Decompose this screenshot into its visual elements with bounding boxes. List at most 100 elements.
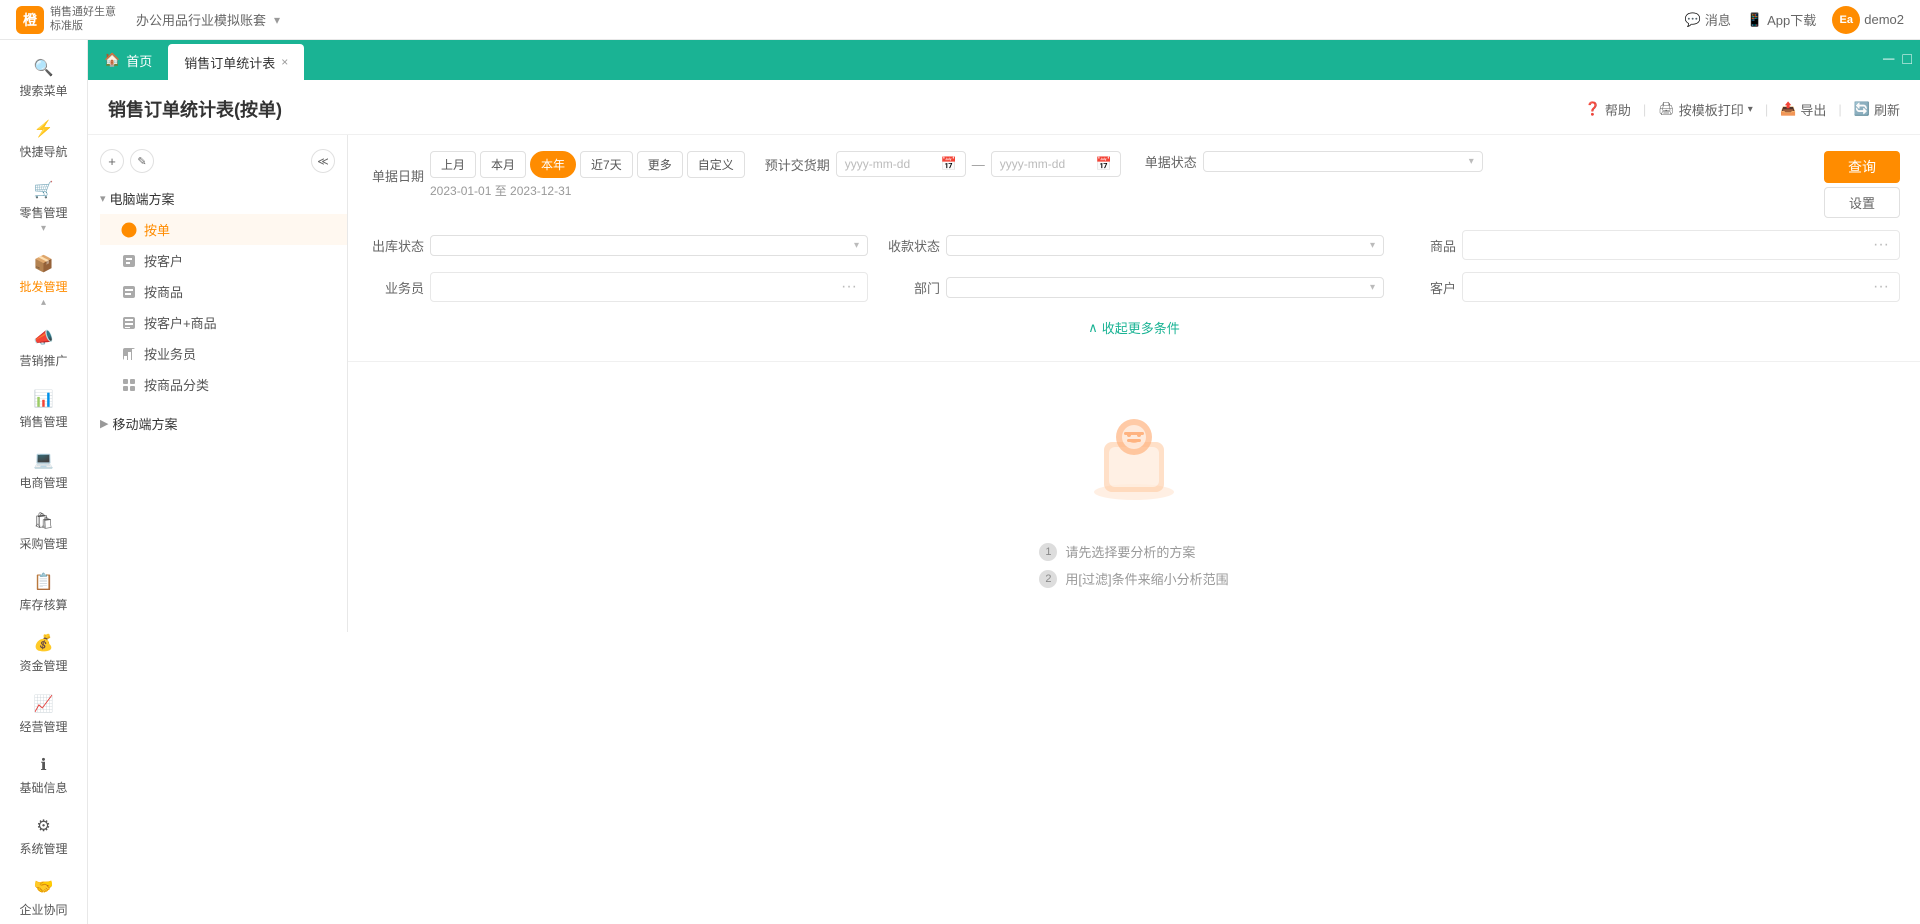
department-select[interactable]: ▾ <box>946 277 1384 298</box>
wholesale-icon: 📦 <box>34 254 54 274</box>
date-btn-7days[interactable]: 近7天 <box>580 151 633 178</box>
sidebar-item-retail[interactable]: 🛒 零售管理 ▾ <box>0 170 87 244</box>
sidebar-item-wholesale[interactable]: 📦 批发管理 ▴ <box>0 244 87 318</box>
export-btn[interactable]: 📤 导出 <box>1780 100 1826 119</box>
user-menu[interactable]: Ea demo2 <box>1832 6 1904 34</box>
tree-item-by-customer-product[interactable]: 按客户+商品 <box>100 307 347 338</box>
tab-maximize-btn[interactable]: □ <box>1902 51 1912 69</box>
receipt-status-select[interactable]: ▾ <box>946 235 1384 256</box>
retail-icon: 🛒 <box>34 180 54 200</box>
top-title: 办公用品行业模拟账套 <box>136 10 266 29</box>
salesperson-input[interactable]: ··· <box>430 272 868 302</box>
left-panel-toolbar: + ✎ ≪ <box>88 143 347 179</box>
customer-label: 客户 <box>1400 278 1456 297</box>
product-input[interactable]: ··· <box>1462 230 1900 260</box>
salesperson-group: 业务员 ··· <box>368 272 868 302</box>
edit-scheme-btn[interactable]: ✎ <box>130 149 154 173</box>
delivery-status-group: 出库状态 ▾ <box>368 235 868 256</box>
product-dots-btn[interactable]: ··· <box>1873 236 1889 254</box>
refresh-icon: 🔄 <box>1854 101 1870 117</box>
salesperson-dots-btn[interactable]: ··· <box>841 278 857 296</box>
salesperson-label: 业务员 <box>368 278 424 297</box>
tree-item-by-salesperson[interactable]: 按业务员 <box>100 338 347 369</box>
tip-num-1: 1 <box>1039 543 1057 561</box>
tip-num-2: 2 <box>1039 570 1057 588</box>
by-salesperson-icon <box>120 345 138 363</box>
status-select[interactable]: ▾ <box>1203 151 1483 172</box>
search-icon: 🔍 <box>34 58 54 78</box>
delivery-status-select[interactable]: ▾ <box>430 235 868 256</box>
collapse-btn[interactable]: ∧ 收起更多条件 <box>368 310 1900 345</box>
add-icon: + <box>108 154 116 169</box>
empty-state-area: 1 请先选择要分析的方案 2 用[过滤]条件来缩小分析范围 <box>348 362 1920 632</box>
date-filter-group: 单据日期 上月 本月 本年 近7天 更多 自定义 <box>368 151 745 199</box>
marketing-icon: 📣 <box>34 328 54 348</box>
sidebar-item-inventory[interactable]: 📋 库存核算 <box>0 562 87 623</box>
expected-date-group: 预计交货期 yyyy-mm-dd 📅 — yyyy-mm-dd 📅 <box>765 151 1121 177</box>
print-icon: 🖨 <box>1658 101 1675 117</box>
sidebar-item-ecommerce[interactable]: 💻 电商管理 <box>0 440 87 501</box>
date-btn-thisyear[interactable]: 本年 <box>530 151 576 178</box>
tip-item-2: 2 用[过滤]条件来缩小分析范围 <box>1039 565 1228 592</box>
ecommerce-icon: 💻 <box>34 450 54 470</box>
by-customer-icon <box>120 252 138 270</box>
mobile-section-header[interactable]: ▶ 移动端方案 <box>88 408 347 439</box>
desktop-arrow: ▾ <box>100 192 106 205</box>
sidebar-item-operations[interactable]: 📈 经营管理 <box>0 684 87 745</box>
system-icon: ⚙ <box>36 816 50 836</box>
date-btn-more[interactable]: 更多 <box>637 151 683 178</box>
sidebar-item-system[interactable]: ⚙ 系统管理 <box>0 806 87 867</box>
tree-item-by-customer[interactable]: 按客户 <box>100 245 347 276</box>
customer-input[interactable]: ··· <box>1462 272 1900 302</box>
avatar: Ea <box>1832 6 1860 34</box>
sidebar-item-finance[interactable]: 💰 资金管理 <box>0 623 87 684</box>
enterprise-icon: 🤝 <box>34 877 54 897</box>
message-icon: 💬 <box>1685 12 1701 28</box>
sidebar-item-sales[interactable]: 📊 销售管理 <box>0 379 87 440</box>
sidebar-item-quicknav[interactable]: ⚡ 快捷导航 <box>0 109 87 170</box>
top-bar: 橙 销售通好生意 标准版 办公用品行业模拟账套 ▾ 💬 消息 📱 App下载 E… <box>0 0 1920 40</box>
expected-date-start-input[interactable]: yyyy-mm-dd 📅 <box>836 151 966 177</box>
collapse-panel-btn[interactable]: ≪ <box>311 149 335 173</box>
inventory-icon: 📋 <box>34 572 54 592</box>
date-btn-custom[interactable]: 自定义 <box>687 151 745 178</box>
message-btn[interactable]: 💬 消息 <box>1685 10 1731 29</box>
desktop-section-header[interactable]: ▾ 电脑端方案 <box>88 183 347 214</box>
empty-state: 1 请先选择要分析的方案 2 用[过滤]条件来缩小分析范围 <box>1039 402 1228 592</box>
sidebar-item-enterprise[interactable]: 🤝 企业协同 <box>0 867 87 924</box>
tab-active[interactable]: 销售订单统计表 × <box>168 44 304 80</box>
sidebar-item-purchase[interactable]: 🛍 采购管理 <box>0 501 87 562</box>
wholesale-arrow: ▴ <box>41 297 46 308</box>
reset-btn[interactable]: 设置 <box>1824 187 1900 218</box>
by-customer-product-icon <box>120 314 138 332</box>
date-btn-lastmonth[interactable]: 上月 <box>430 151 476 178</box>
tab-home[interactable]: 🏠 首页 <box>88 40 168 80</box>
top-dropdown-icon[interactable]: ▾ <box>274 13 280 27</box>
print-dropdown-icon: ▾ <box>1748 104 1753 115</box>
status-group: 单据状态 ▾ <box>1141 151 1824 172</box>
tree-item-by-order[interactable]: 按单 <box>100 214 347 245</box>
content-area: 🏠 首页 销售订单统计表 × ─ □ 销售订单统计表(按单) ❓ 帮助 <box>88 40 1920 924</box>
date-btn-thismonth[interactable]: 本月 <box>480 151 526 178</box>
add-scheme-btn[interactable]: + <box>100 149 124 173</box>
expected-date-end-input[interactable]: yyyy-mm-dd 📅 <box>991 151 1121 177</box>
query-btn[interactable]: 查询 <box>1824 151 1900 183</box>
sidebar-item-marketing[interactable]: 📣 营销推广 <box>0 318 87 379</box>
delivery-status-label: 出库状态 <box>368 236 424 255</box>
tab-minimize-btn[interactable]: ─ <box>1883 51 1894 69</box>
print-btn[interactable]: 🖨 按模板打印 ▾ <box>1658 100 1753 119</box>
app-download-btn[interactable]: 📱 App下载 <box>1747 10 1816 29</box>
sidebar-item-search[interactable]: 🔍 搜索菜单 <box>0 48 87 109</box>
tree-item-by-category[interactable]: 按商品分类 <box>100 369 347 400</box>
refresh-btn[interactable]: 🔄 刷新 <box>1854 100 1900 119</box>
main-panel: + ✎ ≪ ▾ 电脑端方案 <box>88 135 1920 632</box>
edit-icon: ✎ <box>137 155 146 168</box>
tab-close-btn[interactable]: × <box>281 55 288 69</box>
logo-text: 销售通好生意 标准版 <box>50 6 116 32</box>
customer-dots-btn[interactable]: ··· <box>1873 278 1889 296</box>
export-icon: 📤 <box>1780 101 1796 117</box>
help-btn[interactable]: ❓ 帮助 <box>1585 100 1631 119</box>
tree-item-by-product[interactable]: 按商品 <box>100 276 347 307</box>
sidebar-item-basic[interactable]: ℹ 基础信息 <box>0 745 87 806</box>
left-panel: + ✎ ≪ ▾ 电脑端方案 <box>88 135 348 632</box>
